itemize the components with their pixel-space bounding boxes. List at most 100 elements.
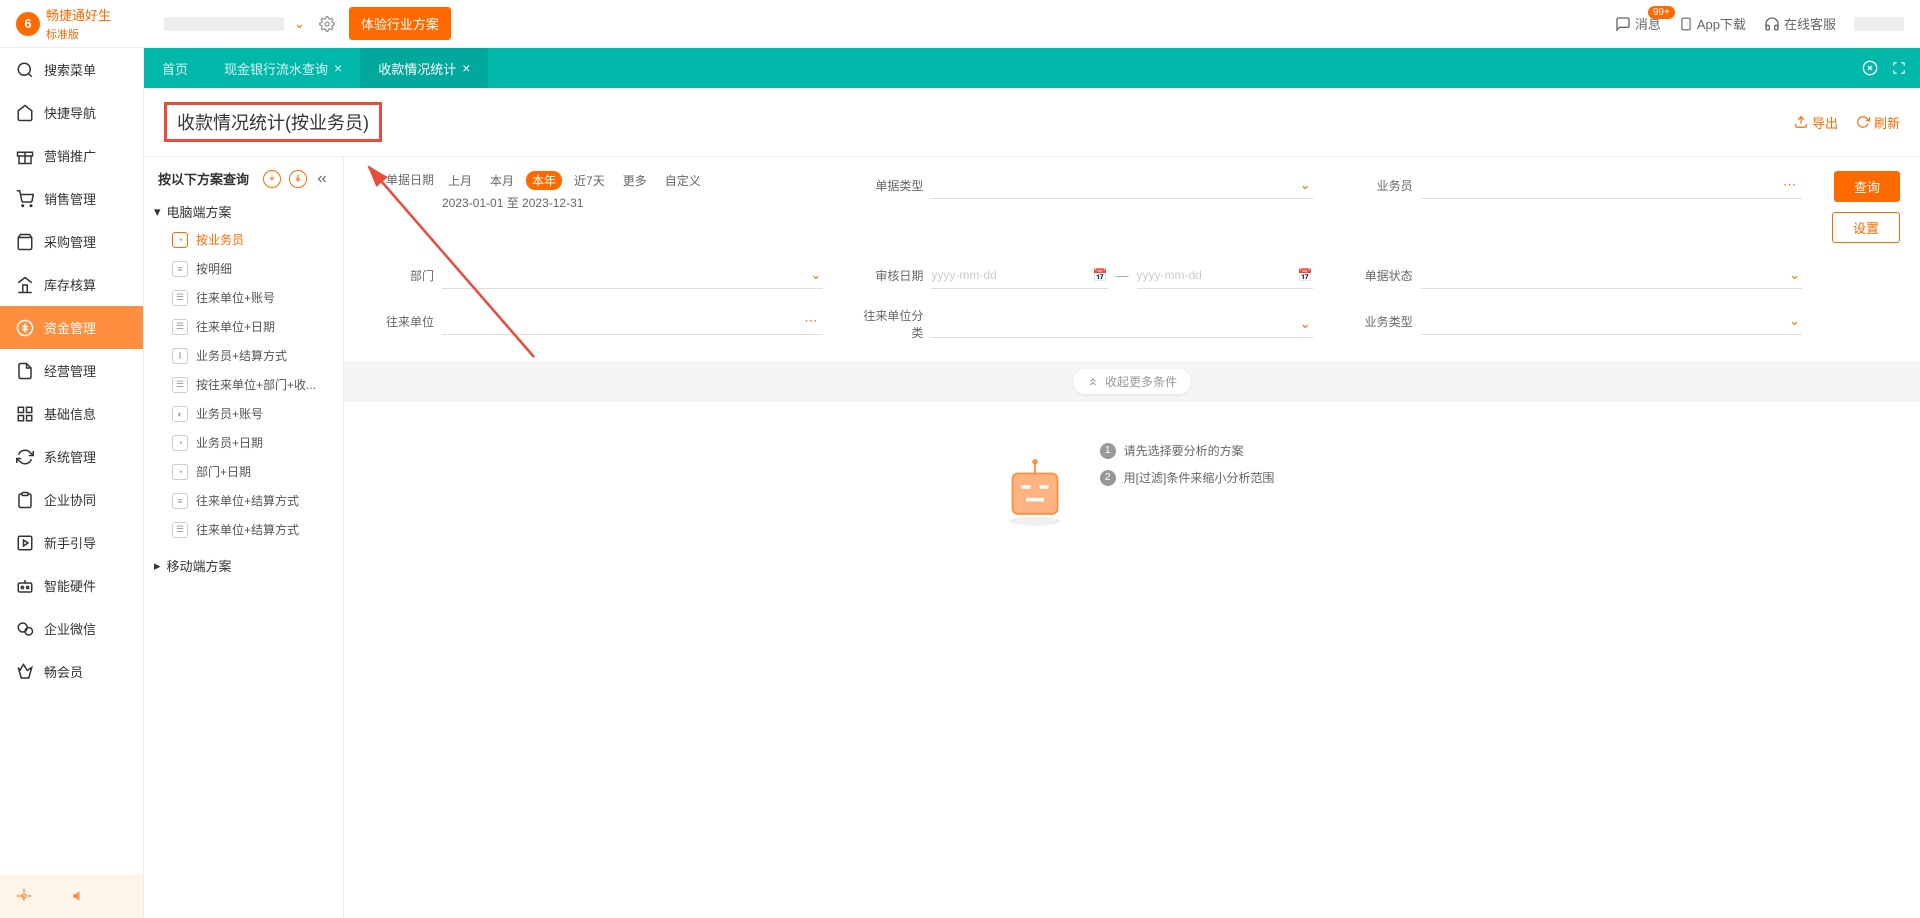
audit-date-to[interactable]: yyyy-mm-dd📅 [1137,261,1313,289]
nav-label: 库存核算 [44,275,96,294]
select-salesperson[interactable]: ⋯ [1421,171,1802,199]
main-area: 首页现金银行流水查询 × 收款情况统计 × 收款情况统计(按业务员) 导出 [144,48,1920,918]
experience-button[interactable]: 体验行业方案 [349,7,451,40]
bottom-sound-icon[interactable] [72,888,88,904]
label-doc-date: 单据日期 [364,171,434,188]
scheme-item-0-9[interactable]: ≡往来单位+结算方式 [154,486,333,515]
select-department[interactable]: ⌄ [442,261,823,289]
date-chip-近7天[interactable]: 近7天 [568,171,611,190]
ellipsis-icon[interactable]: ⋯ [1779,177,1800,193]
date-chip-上月[interactable]: 上月 [442,171,478,190]
select-biz-type[interactable]: ⌄ [1421,307,1802,335]
nav-item-1[interactable]: 快捷导航 [0,91,143,134]
clock-icon: ◔ [172,232,188,248]
settings-button[interactable]: 设置 [1832,212,1900,243]
scheme-item-0-1[interactable]: ≡按明细 [154,254,333,283]
nav-item-11[interactable]: 新手引导 [0,521,143,564]
scheme-item-0-5[interactable]: ☰按往来单位+部门+收... [154,370,333,399]
export-button[interactable]: 导出 [1794,113,1838,132]
scheme-group-1[interactable]: ▸移动端方案 [154,552,333,579]
date-chip-更多[interactable]: 更多 [617,171,653,190]
nav-label: 企业微信 [44,619,96,638]
nav-item-3[interactable]: 销售管理 [0,177,143,220]
scheme-item-0-3[interactable]: ☰往来单位+日期 [154,312,333,341]
nav-label: 企业协同 [44,490,96,509]
nav-item-2[interactable]: 营销推广 [0,134,143,177]
collapse-conditions-button[interactable]: 收起更多条件 [1073,369,1191,394]
scheme-settings-icon[interactable] [289,170,307,188]
tab-close-all-icon[interactable] [1862,60,1878,76]
nav-item-4[interactable]: 采购管理 [0,220,143,263]
bar-icon: ⫾ [172,348,188,364]
tab-label: 现金银行流水查询 [224,59,328,78]
empty-steps: 1 请先选择要分析的方案 2 用[过滤]条件来缩小分析范围 [1100,442,1275,496]
nav-item-13[interactable]: 企业微信 [0,607,143,650]
date-chip-本月[interactable]: 本月 [484,171,520,190]
scheme-group-0[interactable]: ▾电脑端方案 [154,198,333,225]
scheme-item-0-10[interactable]: ☰往来单位+结算方式 [154,515,333,544]
scheme-item-label: 往来单位+结算方式 [196,521,299,538]
cart-icon [16,190,34,208]
scheme-item-label: 往来单位+结算方式 [196,492,299,509]
settings-icon[interactable] [319,16,335,32]
scheme-item-0-8[interactable]: ◔部门+日期 [154,457,333,486]
query-button[interactable]: 查询 [1834,171,1900,202]
scheme-item-0-7[interactable]: ◔业务员+日期 [154,428,333,457]
select-partner[interactable]: ⋯ [442,307,823,335]
messages-link[interactable]: 消息 99+ [1615,14,1661,33]
refresh-button[interactable]: 刷新 [1856,113,1900,132]
tab-2[interactable]: 收款情况统计 × [360,48,488,88]
tab-label: 收款情况统计 [378,59,456,78]
ellipsis-icon[interactable]: ⋯ [800,313,821,329]
nav-item-12[interactable]: 智能硬件 [0,564,143,607]
nav-item-9[interactable]: 系统管理 [0,435,143,478]
nav-label: 畅会员 [44,662,83,681]
clock-icon: ◔ [172,464,188,480]
nav-item-8[interactable]: 基础信息 [0,392,143,435]
select-doc-type[interactable]: ⌄ [931,171,1312,199]
nav-item-0[interactable]: 搜索菜单 [0,48,143,91]
date-chip-自定义[interactable]: 自定义 [659,171,707,190]
select-partner-cat[interactable]: ⌄ [931,310,1312,338]
select-doc-status[interactable]: ⌄ [1421,261,1802,289]
app-download-link[interactable]: App下载 [1679,14,1746,33]
nav-item-7[interactable]: 经营管理 [0,349,143,392]
scheme-item-0-0[interactable]: ◔按业务员 [154,225,333,254]
tab-0[interactable]: 首页 [144,48,206,88]
scheme-item-0-6[interactable]: ◐业务员+账号 [154,399,333,428]
user-avatar[interactable] [1854,17,1904,31]
nav-item-6[interactable]: 资金管理 [0,306,143,349]
field-doc-date: 单据日期 上月本月本年近7天更多自定义 2023-01-01 至 2023-12… [364,171,823,211]
scheme-add-icon[interactable]: + [263,170,281,188]
company-selector[interactable]: ⌄ [164,16,305,32]
robot-icon [16,577,34,595]
house-icon [16,276,34,294]
online-service-link[interactable]: 在线客服 [1764,14,1836,33]
tab-1[interactable]: 现金银行流水查询 × [206,48,360,88]
gift-icon [16,147,34,165]
tab-close-icon[interactable]: × [334,60,342,76]
nav-item-14[interactable]: 畅会员 [0,650,143,693]
bag-icon [16,233,34,251]
nav-item-5[interactable]: 库存核算 [0,263,143,306]
export-label: 导出 [1812,113,1838,132]
nav-item-10[interactable]: 企业协同 [0,478,143,521]
stat-icon: ≡ [172,261,188,277]
date-chip-本年[interactable]: 本年 [526,171,562,190]
tab-expand-icon[interactable] [1892,61,1906,75]
nav-items: 搜索菜单快捷导航营销推广销售管理采购管理库存核算资金管理经营管理基础信息系统管理… [0,48,143,874]
step-num-1: 1 [1100,443,1116,459]
scheme-item-label: 业务员+日期 [196,434,263,451]
bottom-gear-icon[interactable] [16,888,32,904]
audit-date-from[interactable]: yyyy-mm-dd📅 [931,261,1107,289]
scheme-item-0-4[interactable]: ⫾业务员+结算方式 [154,341,333,370]
scheme-collapse-icon[interactable] [315,172,329,186]
scheme-panel: 按以下方案查询 + ▾电脑端方案◔按业务员≡按明细☰往来单位+账号☰往来单位+日… [144,157,344,918]
tab-close-icon[interactable]: × [462,60,470,76]
logo-text: 畅捷通好生 [46,5,111,24]
page-title: 收款情况统计(按业务员) [177,113,369,133]
nav-label: 资金管理 [44,318,96,337]
scheme-item-0-2[interactable]: ☰往来单位+账号 [154,283,333,312]
field-department: 部门 ⌄ [364,261,823,289]
nav-label: 经营管理 [44,361,96,380]
